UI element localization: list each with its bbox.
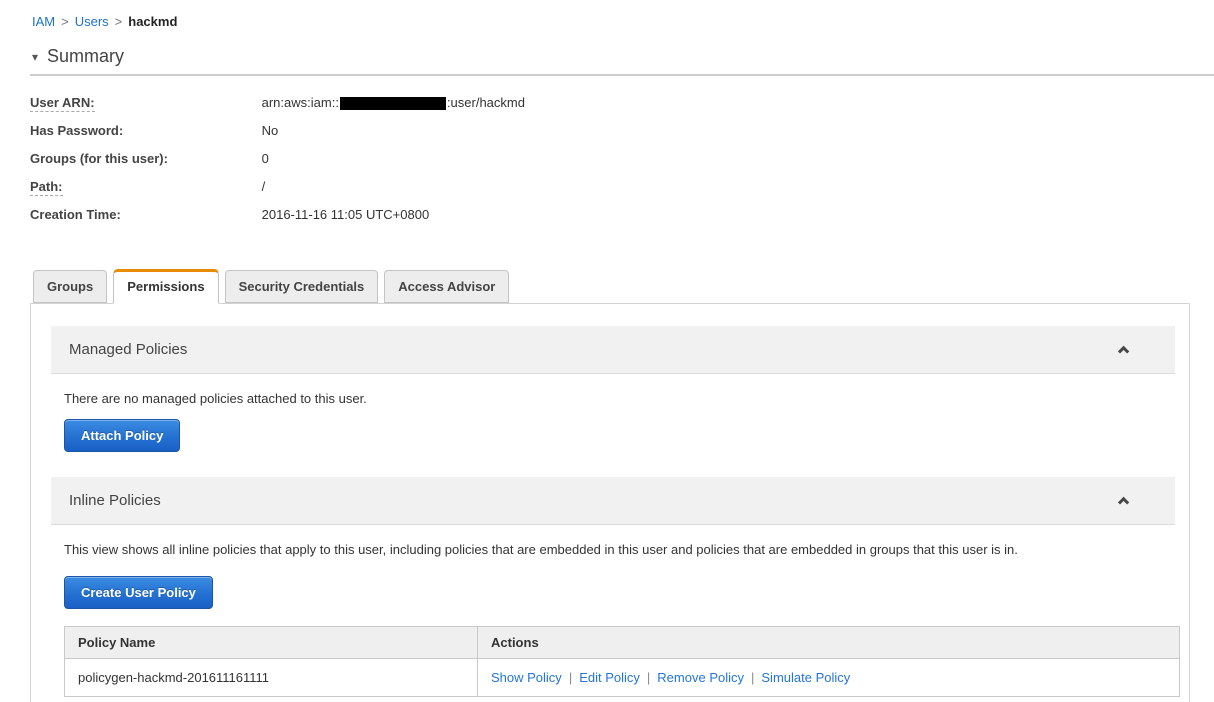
actions-column-header: Actions xyxy=(477,626,1180,659)
remove-policy-link[interactable]: Remove Policy xyxy=(657,670,744,685)
iam-user-detail-page: IAM > Users > hackmd ▾ Summary User ARN: arn… xyxy=(0,0,1214,702)
creation-time-value: 2016-11-16 11:05 UTC+0800 xyxy=(261,207,430,222)
inline-policies-title: Inline Policies xyxy=(69,492,161,509)
table-row: policygen-hackmd-201611161111 Show Polic… xyxy=(64,658,1180,697)
breadcrumb-separator: > xyxy=(61,14,69,29)
chevron-up-icon xyxy=(1117,496,1130,509)
managed-policies-empty-text: There are no managed policies attached t… xyxy=(64,391,367,406)
has-password-label: Has Password: xyxy=(30,123,124,138)
summary-row-path: Path: / xyxy=(30,173,1214,201)
policy-name-cell: policygen-hackmd-201611161111 xyxy=(64,658,478,697)
create-user-policy-button[interactable]: Create User Policy xyxy=(64,576,213,609)
user-detail-tabs: Groups Permissions Security Credentials … xyxy=(33,269,1214,304)
managed-policies-collapse-button[interactable] xyxy=(1117,338,1157,361)
simulate-policy-link[interactable]: Simulate Policy xyxy=(761,670,850,685)
breadcrumb-link-users[interactable]: Users xyxy=(75,14,109,29)
summary-title: Summary xyxy=(47,46,125,66)
policy-name-column-header: Policy Name xyxy=(64,626,478,659)
action-separator: | xyxy=(646,670,651,685)
breadcrumb-current-user: hackmd xyxy=(128,14,178,29)
managed-policies-title: Managed Policies xyxy=(69,341,188,358)
action-separator: | xyxy=(568,670,573,685)
breadcrumb-separator: > xyxy=(114,14,123,29)
inline-policies-collapse-button[interactable] xyxy=(1117,489,1157,512)
creation-time-label: Creation Time: xyxy=(30,207,121,222)
redacted-account-id xyxy=(339,97,446,111)
summary-rows: User ARN: arn:aws:iam:::user/hackmd Has … xyxy=(30,89,1214,229)
breadcrumb: IAM > Users > hackmd xyxy=(32,14,1214,29)
permissions-tab-panel: Managed Policies There are no managed po… xyxy=(30,303,1190,702)
summary-row-creation-time: Creation Time: 2016-11-16 11:05 UTC+0800 xyxy=(30,201,1214,229)
action-separator: | xyxy=(751,670,755,685)
path-value: / xyxy=(261,179,266,194)
breadcrumb-link-iam[interactable]: IAM xyxy=(32,14,55,29)
tab-access-advisor[interactable]: Access Advisor xyxy=(384,270,510,303)
managed-policies-body: There are no managed policies attached t… xyxy=(51,374,1175,477)
summary-row-groups: Groups (for this user): 0 xyxy=(30,145,1214,173)
summary-header: ▾ Summary xyxy=(32,46,1214,67)
managed-policies-header: Managed Policies xyxy=(51,326,1175,374)
inline-policies-description: This view shows all inline policies that… xyxy=(64,542,1018,557)
tab-permissions[interactable]: Permissions xyxy=(113,269,219,304)
inline-policies-header: Inline Policies xyxy=(51,477,1175,525)
user-arn-value: arn:aws:iam:::user/hackmd xyxy=(261,95,525,111)
show-policy-link[interactable]: Show Policy xyxy=(491,670,562,685)
summary-divider xyxy=(30,74,1214,76)
groups-label: Groups (for this user): xyxy=(30,151,168,166)
collapse-caret-icon[interactable]: ▾ xyxy=(32,50,38,64)
table-header-row: Policy Name Actions xyxy=(64,626,1180,659)
actions-cell: Show Policy | Edit Policy | Remove Policy | Si… xyxy=(477,658,1180,697)
attach-policy-button[interactable]: Attach Policy xyxy=(64,419,181,452)
chevron-up-icon xyxy=(1117,345,1130,358)
tab-groups[interactable]: Groups xyxy=(33,270,108,303)
edit-policy-link[interactable]: Edit Policy xyxy=(579,670,640,685)
inline-policies-table: Policy Name Actions policygen-hackmd-201… xyxy=(64,626,1180,697)
user-arn-label: User ARN: xyxy=(30,95,95,112)
summary-row-user-arn: User ARN: arn:aws:iam:::user/hackmd xyxy=(30,89,1214,117)
summary-row-has-password: Has Password: No xyxy=(30,117,1214,145)
inline-policies-body: This view shows all inline policies that… xyxy=(51,525,1180,697)
path-label: Path: xyxy=(30,179,63,196)
tab-security-credentials[interactable]: Security Credentials xyxy=(224,270,379,303)
groups-value: 0 xyxy=(261,151,269,166)
has-password-value: No xyxy=(261,123,279,138)
